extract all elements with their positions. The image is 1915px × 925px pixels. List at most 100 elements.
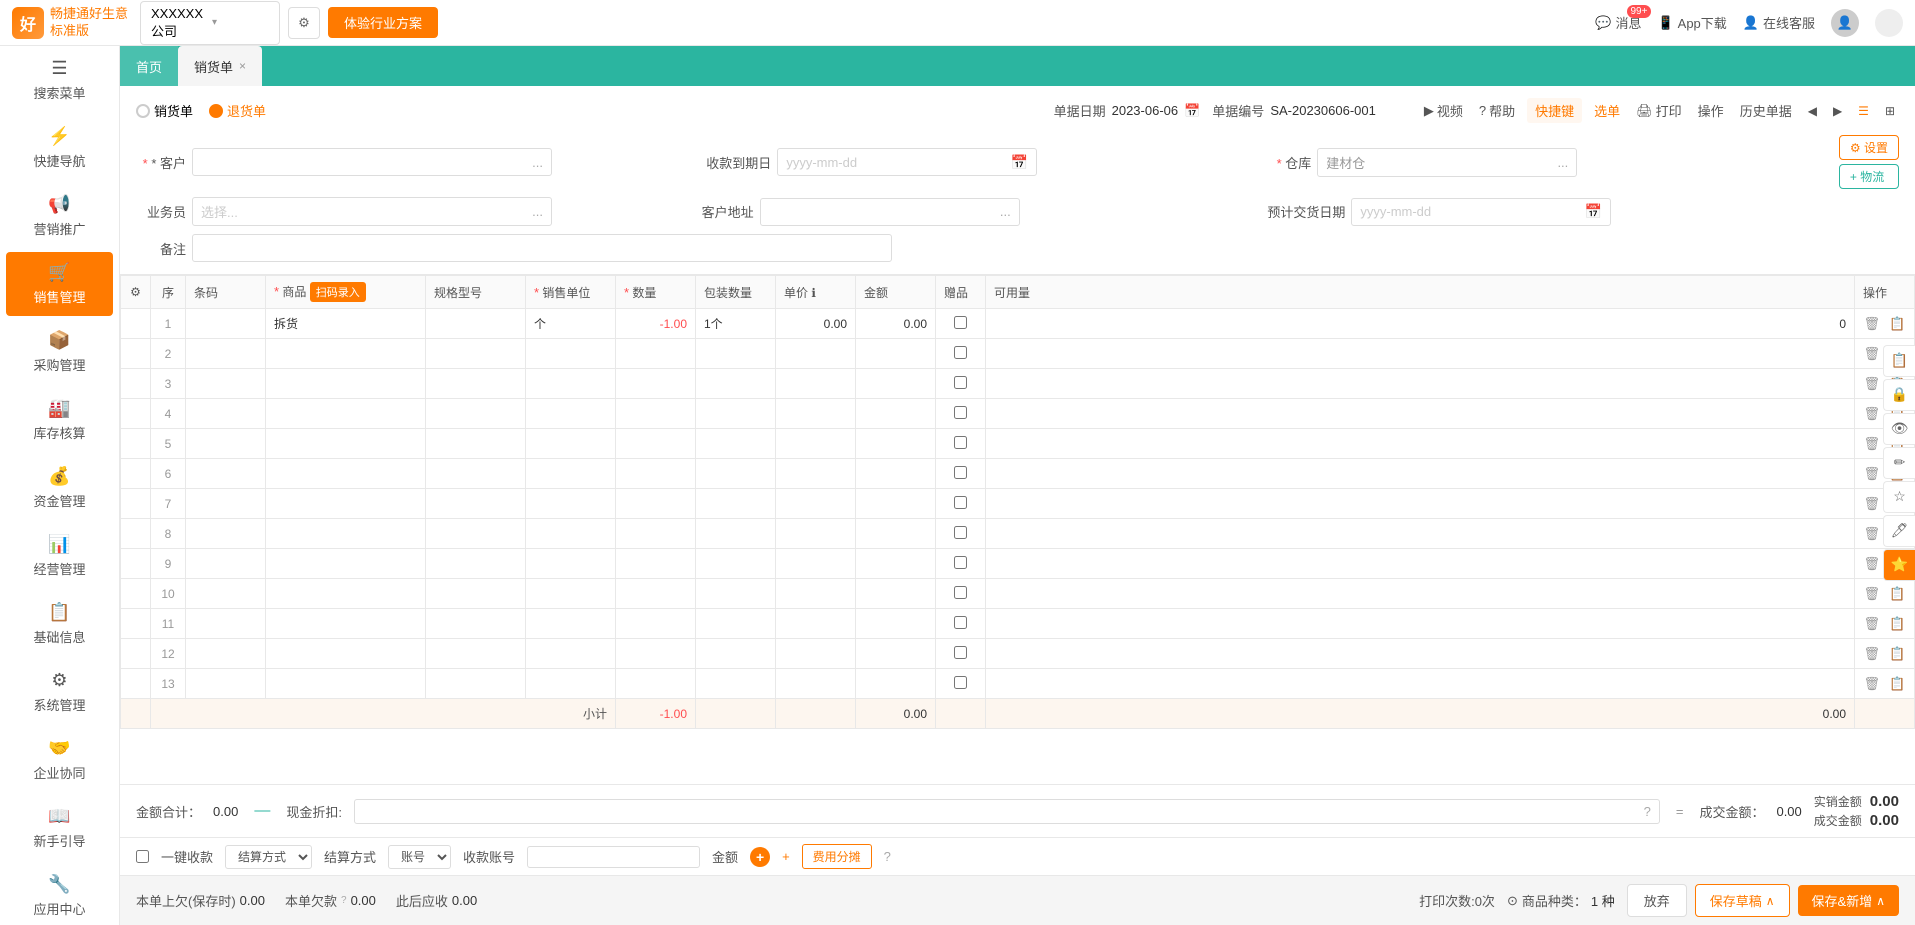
global-settings-button[interactable]: ⚙: [288, 7, 320, 39]
unit-cell[interactable]: [526, 429, 616, 459]
pack-qty-cell[interactable]: [696, 549, 776, 579]
app-download-button[interactable]: 📱 App下载: [1657, 13, 1726, 32]
unit-cell[interactable]: [526, 459, 616, 489]
product-cell[interactable]: [266, 339, 426, 369]
sidebar-item-inventory[interactable]: 🏭 库存核算: [6, 388, 113, 452]
remark-input[interactable]: [192, 234, 892, 262]
amount-cell[interactable]: [856, 459, 936, 489]
spec-cell[interactable]: [426, 309, 526, 339]
amount-cell[interactable]: [856, 399, 936, 429]
pack-qty-cell[interactable]: [696, 669, 776, 699]
prev-record-button[interactable]: ◀: [1804, 102, 1821, 120]
tab-sale-order[interactable]: 销货单 ×: [178, 46, 262, 86]
gift-cell[interactable]: [936, 519, 986, 549]
gift-cell[interactable]: [936, 369, 986, 399]
gift-cell[interactable]: [936, 399, 986, 429]
amount-cell[interactable]: 0.00: [856, 309, 936, 339]
sidebar-item-marketing[interactable]: 📢 营销推广: [6, 184, 113, 248]
expense-split-button[interactable]: 费用分摊: [802, 844, 872, 869]
delete-icon[interactable]: 🗑: [1863, 376, 1880, 391]
tab-home[interactable]: 首页: [120, 46, 178, 86]
next-record-button[interactable]: ▶: [1829, 102, 1846, 120]
unit-cell[interactable]: [526, 639, 616, 669]
pack-qty-cell[interactable]: [696, 639, 776, 669]
product-cell[interactable]: [266, 669, 426, 699]
unit-price-cell[interactable]: [776, 639, 856, 669]
amount-cell[interactable]: [856, 429, 936, 459]
delete-icon[interactable]: 🗑: [1863, 496, 1880, 511]
right-tool-orange[interactable]: ⭐: [1883, 549, 1915, 581]
gift-cell[interactable]: [936, 429, 986, 459]
delete-icon[interactable]: 🗑: [1863, 526, 1880, 541]
quantity-cell[interactable]: [616, 369, 696, 399]
quantity-cell[interactable]: [616, 669, 696, 699]
tab-close-icon[interactable]: ×: [239, 59, 246, 73]
expected-delivery-input[interactable]: yyyy-mm-dd 📅: [1351, 198, 1611, 226]
barcode-cell[interactable]: [186, 399, 266, 429]
amount-cell[interactable]: [856, 369, 936, 399]
copy-icon[interactable]: 📋: [1889, 316, 1905, 331]
gift-cell[interactable]: [936, 669, 986, 699]
product-cell[interactable]: 拆货: [266, 309, 426, 339]
right-tool-star[interactable]: ☆: [1883, 481, 1915, 513]
unit-price-cell[interactable]: 0.00: [776, 309, 856, 339]
quantity-cell[interactable]: [616, 489, 696, 519]
quantity-cell[interactable]: -1.00: [616, 309, 696, 339]
due-date-input[interactable]: yyyy-mm-dd 📅: [777, 148, 1037, 176]
unit-cell[interactable]: [526, 339, 616, 369]
pack-qty-cell[interactable]: [696, 369, 776, 399]
amount-cell[interactable]: [856, 639, 936, 669]
warehouse-input[interactable]: 建材仓 ...: [1317, 148, 1577, 177]
product-cell[interactable]: [266, 489, 426, 519]
sidebar-item-base-info[interactable]: 📋 基础信息: [6, 592, 113, 656]
quantity-cell[interactable]: [616, 339, 696, 369]
sidebar-item-system[interactable]: ⚙ 系统管理: [6, 660, 113, 724]
unit-price-cell[interactable]: [776, 429, 856, 459]
save-new-button[interactable]: 保存&新增 ∧: [1798, 885, 1899, 916]
amount-cell[interactable]: [856, 519, 936, 549]
unit-price-cell[interactable]: [776, 339, 856, 369]
gift-cell[interactable]: [936, 309, 986, 339]
unit-price-cell[interactable]: [776, 489, 856, 519]
help-button[interactable]: ? 帮助: [1475, 99, 1519, 122]
pack-qty-cell[interactable]: [696, 519, 776, 549]
cash-discount-input[interactable]: ?: [354, 799, 1660, 824]
spec-cell[interactable]: [426, 429, 526, 459]
quantity-cell[interactable]: [616, 609, 696, 639]
spec-cell[interactable]: [426, 339, 526, 369]
delete-icon[interactable]: 🗑: [1863, 586, 1880, 601]
logistics-button[interactable]: + 物流: [1839, 164, 1899, 189]
delete-icon[interactable]: 🗑: [1863, 316, 1880, 331]
delete-icon[interactable]: 🗑: [1863, 616, 1880, 631]
unit-cell[interactable]: [526, 519, 616, 549]
unit-cell[interactable]: [526, 609, 616, 639]
return-order-radio[interactable]: 退货单: [209, 101, 266, 120]
amount-cell[interactable]: [856, 489, 936, 519]
pack-qty-cell[interactable]: [696, 339, 776, 369]
grid-view-button[interactable]: ⊞: [1881, 102, 1899, 120]
right-tool-pen[interactable]: 🖊: [1883, 515, 1915, 547]
quantity-cell[interactable]: [616, 399, 696, 429]
copy-icon[interactable]: 📋: [1889, 676, 1905, 691]
gift-cell[interactable]: [936, 639, 986, 669]
gift-cell[interactable]: [936, 579, 986, 609]
operation-button[interactable]: 操作: [1694, 99, 1728, 122]
pack-qty-cell[interactable]: [696, 459, 776, 489]
settings-button[interactable]: ⚙ 设置: [1839, 135, 1899, 160]
customer-address-input[interactable]: ...: [760, 198, 1020, 226]
right-tool-view[interactable]: 👁: [1883, 413, 1915, 445]
sale-order-radio[interactable]: 销货单: [136, 101, 193, 120]
product-cell[interactable]: [266, 429, 426, 459]
gift-cell[interactable]: [936, 339, 986, 369]
amount-cell[interactable]: [856, 609, 936, 639]
unit-cell[interactable]: [526, 399, 616, 429]
unit-cell[interactable]: 个: [526, 309, 616, 339]
one-click-payment-checkbox[interactable]: [136, 850, 149, 863]
unit-cell[interactable]: [526, 549, 616, 579]
save-draft-button[interactable]: 保存草稿 ∧: [1695, 884, 1790, 917]
spec-cell[interactable]: [426, 519, 526, 549]
pack-qty-cell[interactable]: [696, 399, 776, 429]
barcode-cell[interactable]: [186, 609, 266, 639]
product-cell[interactable]: [266, 549, 426, 579]
gift-cell[interactable]: [936, 549, 986, 579]
